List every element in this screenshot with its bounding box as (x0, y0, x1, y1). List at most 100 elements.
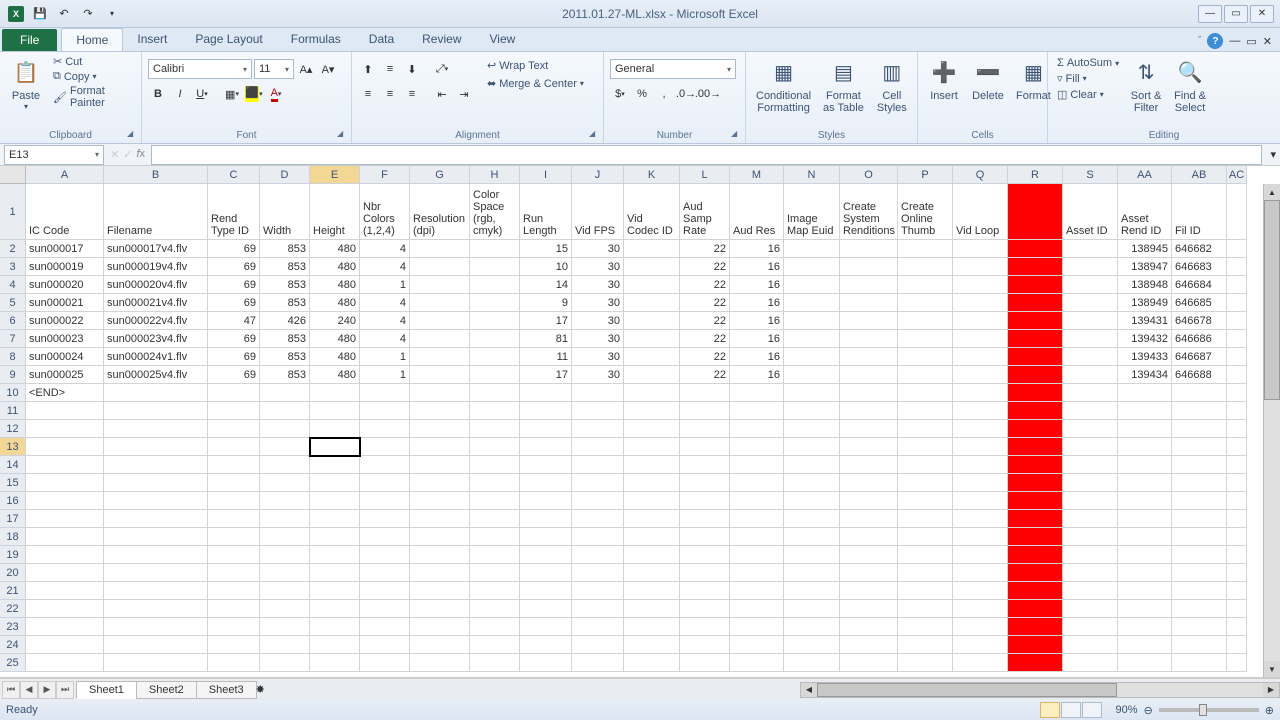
cell-G19[interactable] (410, 546, 470, 564)
cell-F23[interactable] (360, 618, 410, 636)
cell-S22[interactable] (1063, 600, 1118, 618)
cell-O2[interactable] (840, 240, 898, 258)
cell-AB7[interactable]: 646686 (1172, 330, 1227, 348)
cell-E4[interactable]: 480 (310, 276, 360, 294)
cell-O20[interactable] (840, 564, 898, 582)
row-header-5[interactable]: 5 (0, 294, 26, 312)
cell-M13[interactable] (730, 438, 784, 456)
cell-N8[interactable] (784, 348, 840, 366)
cell-K3[interactable] (624, 258, 680, 276)
expand-formula-bar[interactable]: ▾ (1266, 148, 1280, 161)
cell-P10[interactable] (898, 384, 953, 402)
cell-A25[interactable] (26, 654, 104, 672)
cell-M22[interactable] (730, 600, 784, 618)
cell-E1[interactable]: Height (310, 184, 360, 240)
cell-J5[interactable]: 30 (572, 294, 624, 312)
scroll-thumb-h[interactable] (817, 683, 1117, 697)
cell-AB22[interactable] (1172, 600, 1227, 618)
cell-D25[interactable] (260, 654, 310, 672)
close-button[interactable]: ✕ (1250, 5, 1274, 23)
cell-H15[interactable] (470, 474, 520, 492)
cell-S23[interactable] (1063, 618, 1118, 636)
cell-AB8[interactable]: 646687 (1172, 348, 1227, 366)
cell-B20[interactable] (104, 564, 208, 582)
cell-Q1[interactable]: Vid Loop (953, 184, 1008, 240)
cell-D1[interactable]: Width (260, 184, 310, 240)
cell-AC5[interactable] (1227, 294, 1247, 312)
cell-AC20[interactable] (1227, 564, 1247, 582)
cell-S7[interactable] (1063, 330, 1118, 348)
cell-K24[interactable] (624, 636, 680, 654)
cell-O25[interactable] (840, 654, 898, 672)
cell-A1[interactable]: IC Code (26, 184, 104, 240)
cell-H8[interactable] (470, 348, 520, 366)
align-right-button[interactable]: ≡ (402, 84, 422, 104)
paste-button[interactable]: 📋 Paste▾ (6, 54, 46, 113)
row-header-23[interactable]: 23 (0, 618, 26, 636)
cell-J17[interactable] (572, 510, 624, 528)
app-icon[interactable]: X (6, 4, 26, 24)
col-header-AB[interactable]: AB (1172, 166, 1227, 184)
cell-N20[interactable] (784, 564, 840, 582)
cell-S15[interactable] (1063, 474, 1118, 492)
cell-H1[interactable]: Color Space (rgb, cmyk) (470, 184, 520, 240)
cell-O10[interactable] (840, 384, 898, 402)
cell-C8[interactable]: 69 (208, 348, 260, 366)
cell-L5[interactable]: 22 (680, 294, 730, 312)
cell-P6[interactable] (898, 312, 953, 330)
cell-F21[interactable] (360, 582, 410, 600)
cell-AC22[interactable] (1227, 600, 1247, 618)
cell-R4[interactable] (1008, 276, 1063, 294)
col-header-M[interactable]: M (730, 166, 784, 184)
cell-B16[interactable] (104, 492, 208, 510)
cell-F18[interactable] (360, 528, 410, 546)
cell-K21[interactable] (624, 582, 680, 600)
cell-L9[interactable]: 22 (680, 366, 730, 384)
formula-input[interactable] (151, 145, 1262, 165)
cell-B14[interactable] (104, 456, 208, 474)
cell-H11[interactable] (470, 402, 520, 420)
cell-D24[interactable] (260, 636, 310, 654)
cell-R10[interactable] (1008, 384, 1063, 402)
cell-O6[interactable] (840, 312, 898, 330)
cell-K15[interactable] (624, 474, 680, 492)
cell-Q13[interactable] (953, 438, 1008, 456)
cell-A8[interactable]: sun000024 (26, 348, 104, 366)
cell-M21[interactable] (730, 582, 784, 600)
zoom-slider[interactable] (1159, 708, 1259, 712)
tab-review[interactable]: Review (408, 28, 475, 51)
cell-Q20[interactable] (953, 564, 1008, 582)
tab-page-layout[interactable]: Page Layout (181, 28, 276, 51)
tab-home[interactable]: Home (61, 28, 123, 51)
cell-P20[interactable] (898, 564, 953, 582)
row-header-4[interactable]: 4 (0, 276, 26, 294)
cell-AA13[interactable] (1118, 438, 1172, 456)
cell-AB19[interactable] (1172, 546, 1227, 564)
row-header-15[interactable]: 15 (0, 474, 26, 492)
sheet-nav-last[interactable]: ⏭ (56, 681, 74, 699)
cell-D5[interactable]: 853 (260, 294, 310, 312)
cell-D14[interactable] (260, 456, 310, 474)
cell-G2[interactable] (410, 240, 470, 258)
cell-H16[interactable] (470, 492, 520, 510)
cell-I13[interactable] (520, 438, 572, 456)
decrease-indent-button[interactable]: ⇤ (432, 84, 452, 104)
worksheet-grid[interactable]: ABCDEFGHIJKLMNOPQRSAAABAC1IC CodeFilenam… (0, 166, 1280, 678)
col-header-J[interactable]: J (572, 166, 624, 184)
decrease-decimal-button[interactable]: .00→ (698, 84, 718, 104)
cell-E16[interactable] (310, 492, 360, 510)
vertical-scrollbar[interactable]: ▲ ▼ (1263, 184, 1280, 677)
cell-R2[interactable] (1008, 240, 1063, 258)
cell-N22[interactable] (784, 600, 840, 618)
cell-C15[interactable] (208, 474, 260, 492)
cell-Q11[interactable] (953, 402, 1008, 420)
cell-A22[interactable] (26, 600, 104, 618)
cell-C16[interactable] (208, 492, 260, 510)
cell-S2[interactable] (1063, 240, 1118, 258)
cell-P18[interactable] (898, 528, 953, 546)
cell-N12[interactable] (784, 420, 840, 438)
cell-I24[interactable] (520, 636, 572, 654)
cell-R9[interactable] (1008, 366, 1063, 384)
cell-L12[interactable] (680, 420, 730, 438)
cell-C13[interactable] (208, 438, 260, 456)
